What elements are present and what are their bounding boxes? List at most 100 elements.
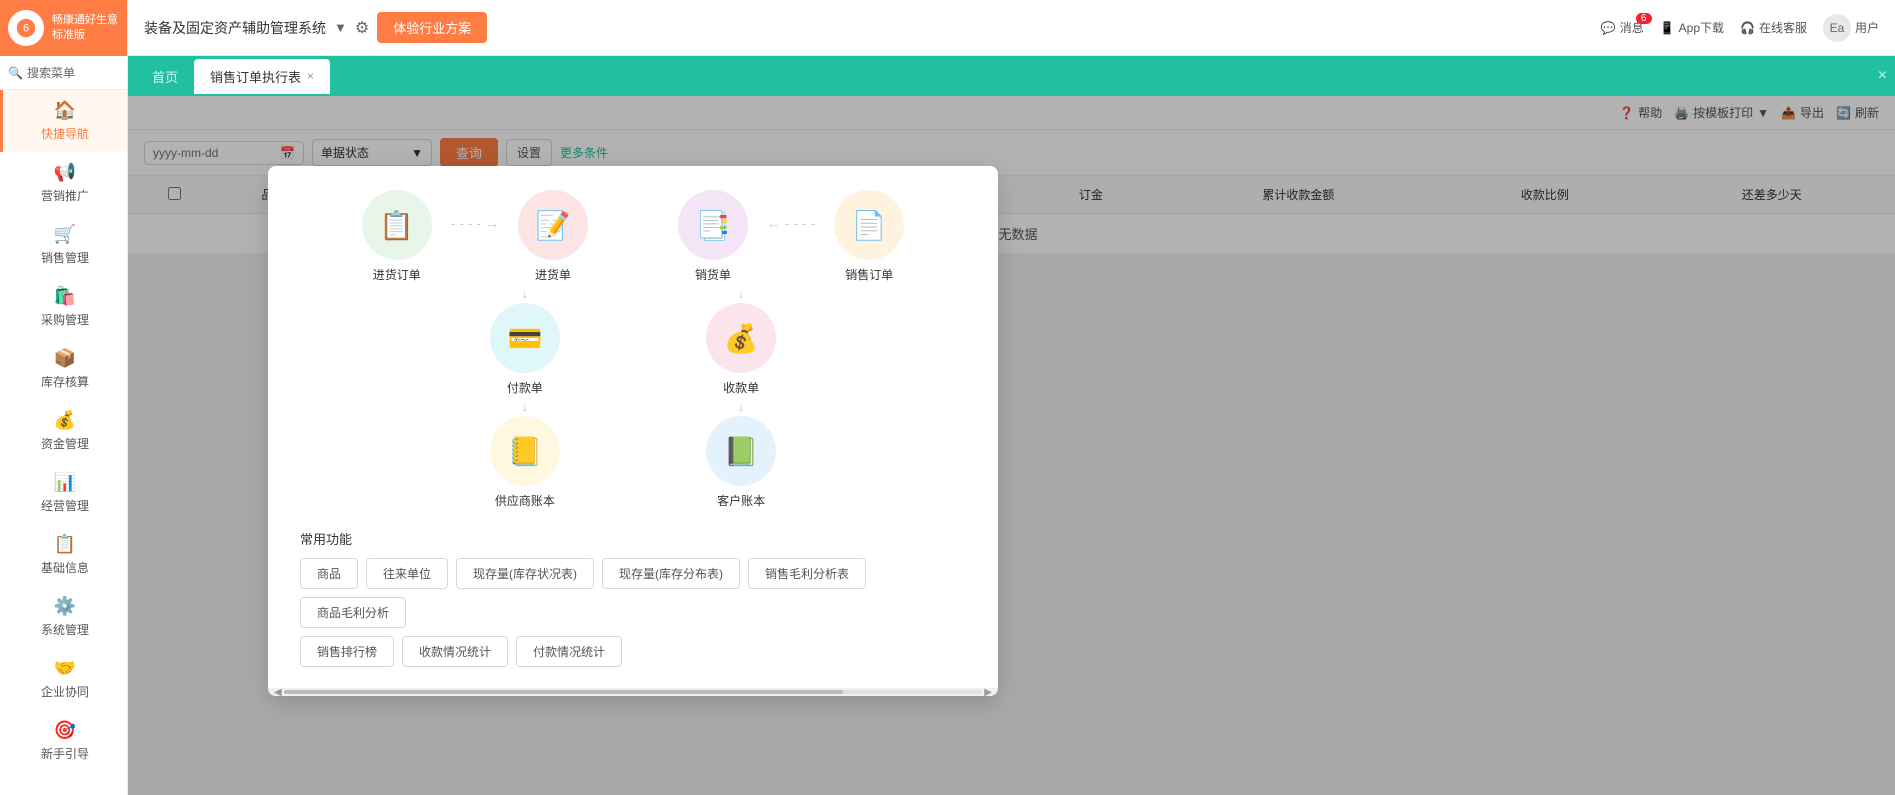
sidebar-item-marketing[interactable]: 📢 营销推广 bbox=[0, 152, 127, 214]
common-funcs-section: 常用功能 商品 往来单位 现存量(库存状况表) 现存量(库存分布表) 销售毛利分… bbox=[300, 529, 966, 667]
flow-node-receipt: 💰 收款单 bbox=[691, 303, 791, 396]
func-btn-sales-profit[interactable]: 销售毛利分析表 bbox=[748, 558, 866, 589]
sidebar-item-sales[interactable]: 🛒 销售管理 bbox=[0, 214, 127, 276]
sales-bill-label: 销货单 bbox=[695, 266, 731, 283]
sidebar-logo: 6 畅康通好生意 标准版 bbox=[0, 0, 127, 56]
sidebar-item-operations[interactable]: 📊 经营管理 bbox=[0, 462, 127, 524]
content-area: ❓ 帮助 🖨️ 按模板打印 ▼ 📤 导出 🔄 刷新 bbox=[128, 96, 1895, 795]
download-icon: 📱 bbox=[1660, 21, 1675, 35]
message-action[interactable]: 💬 消息 6 bbox=[1601, 19, 1644, 36]
supplier-ledger-icon: 📒 bbox=[490, 416, 560, 486]
modal-content: 📋 进货订单 - - - - → 📝 进货单 bbox=[268, 166, 998, 688]
flow-node-sales-order: 📄 销售订单 bbox=[819, 190, 919, 283]
svg-text:6: 6 bbox=[23, 23, 29, 35]
sidebar-search[interactable]: 🔍 搜索菜单 bbox=[0, 56, 127, 90]
close-all-tabs-btn[interactable]: × bbox=[1878, 67, 1887, 85]
sidebar-nav: 🏠 快捷导航 📢 营销推广 🛒 销售管理 🛍️ 采购管理 📦 库存核算 💰 bbox=[0, 90, 127, 795]
arrow-v4: ↓ bbox=[738, 396, 745, 416]
flow-node-sales-bill: 📑 销货单 bbox=[663, 190, 763, 283]
sidebar-item-basic-info[interactable]: 📋 基础信息 bbox=[0, 524, 127, 586]
tab-home[interactable]: 首页 bbox=[136, 59, 194, 94]
sidebar-item-enterprise[interactable]: 🤝 企业协同 bbox=[0, 648, 127, 710]
arrow-v2: ↓ bbox=[521, 396, 528, 416]
system-title: 装备及固定资产辅助管理系统 bbox=[144, 18, 326, 38]
online-service-action[interactable]: 🎧 在线客服 bbox=[1740, 19, 1807, 36]
purchase-order-label: 进货订单 bbox=[373, 266, 421, 283]
modal-scrollbar[interactable]: ◀ ▶ bbox=[268, 688, 998, 696]
func-btn-partners[interactable]: 往来单位 bbox=[366, 558, 448, 589]
func-btn-stock-status[interactable]: 现存量(库存状况表) bbox=[456, 558, 594, 589]
receipt-label: 收款单 bbox=[723, 379, 759, 396]
sidebar-item-finance[interactable]: 💰 资金管理 bbox=[0, 400, 127, 462]
basic-info-icon: 📋 bbox=[54, 534, 76, 555]
sidebar-item-quick-nav[interactable]: 🏠 快捷导航 bbox=[0, 90, 127, 152]
func-btn-product-profit[interactable]: 商品毛利分析 bbox=[300, 597, 406, 628]
scrollbar-track bbox=[284, 690, 983, 694]
dropdown-arrow-icon[interactable]: ▼ bbox=[334, 20, 347, 35]
flow-node-customer-ledger: 📗 客户账本 bbox=[691, 416, 791, 509]
supplier-ledger-label: 供应商账本 bbox=[495, 492, 555, 509]
sidebar-item-system[interactable]: ⚙️ 系统管理 bbox=[0, 586, 127, 648]
payment-icon: 💳 bbox=[490, 303, 560, 373]
system-icon: ⚙️ bbox=[54, 596, 76, 617]
message-badge: 6 bbox=[1636, 13, 1652, 24]
func-buttons-row2: 销售排行榜 收款情况统计 付款情况统计 bbox=[300, 636, 966, 667]
newbie-icon: 🎯 bbox=[54, 720, 76, 741]
logo-text: 畅康通好生意 标准版 bbox=[52, 13, 118, 44]
func-buttons-row1: 商品 往来单位 现存量(库存状况表) 现存量(库存分布表) 销售毛利分析表 商品… bbox=[300, 558, 966, 628]
func-btn-product[interactable]: 商品 bbox=[300, 558, 358, 589]
scrollbar-thumb bbox=[284, 690, 843, 694]
app-download-action[interactable]: 📱 App下载 bbox=[1660, 19, 1724, 36]
main-area: 装备及固定资产辅助管理系统 ▼ ⚙ 体验行业方案 💬 消息 6 📱 App下载 … bbox=[128, 0, 1895, 795]
common-funcs-title: 常用功能 bbox=[300, 529, 966, 548]
flow-diagram: 📋 进货订单 - - - - → 📝 进货单 bbox=[300, 190, 966, 509]
flow-node-payment: 💳 付款单 bbox=[475, 303, 575, 396]
payment-label: 付款单 bbox=[507, 379, 543, 396]
avatar: Ea bbox=[1823, 14, 1851, 42]
modal-box: 📋 进货订单 - - - - → 📝 进货单 bbox=[268, 166, 998, 696]
scrollbar-right-btn[interactable]: ▶ bbox=[982, 687, 994, 697]
sidebar-item-newbie[interactable]: 🎯 新手引导 bbox=[0, 710, 127, 772]
purchase-icon: 🛍️ bbox=[54, 286, 76, 307]
topbar: 装备及固定资产辅助管理系统 ▼ ⚙ 体验行业方案 💬 消息 6 📱 App下载 … bbox=[128, 0, 1895, 56]
func-btn-payment-stats[interactable]: 付款情况统计 bbox=[516, 636, 622, 667]
func-btn-sales-rank[interactable]: 销售排行榜 bbox=[300, 636, 394, 667]
settings-icon[interactable]: ⚙ bbox=[355, 18, 369, 38]
flow-node-purchase-order: 📋 进货订单 bbox=[347, 190, 447, 283]
sidebar-item-inventory[interactable]: 📦 库存核算 bbox=[0, 338, 127, 400]
operations-icon: 📊 bbox=[54, 472, 76, 493]
sidebar: 6 畅康通好生意 标准版 🔍 搜索菜单 🏠 快捷导航 📢 营销推广 🛒 销售管理 bbox=[0, 0, 128, 795]
func-btn-stock-dist[interactable]: 现存量(库存分布表) bbox=[602, 558, 740, 589]
search-icon: 🔍 bbox=[8, 66, 23, 80]
logo-icon: 6 bbox=[8, 10, 44, 46]
tab-close-icon[interactable]: × bbox=[307, 69, 314, 83]
func-btn-receipt-stats[interactable]: 收款情况统计 bbox=[402, 636, 508, 667]
sales-bill-icon: 📑 bbox=[678, 190, 748, 260]
customer-ledger-label: 客户账本 bbox=[717, 492, 765, 509]
sales-icon: 🛒 bbox=[54, 224, 76, 245]
user-action[interactable]: Ea 用户 bbox=[1823, 14, 1879, 42]
tab-sales-order-exec[interactable]: 销售订单执行表 × bbox=[194, 59, 330, 94]
sales-order-label: 销售订单 bbox=[845, 266, 893, 283]
marketing-icon: 📢 bbox=[54, 162, 76, 183]
quick-nav-icon: 🏠 bbox=[54, 100, 76, 121]
receipt-icon: 💰 bbox=[706, 303, 776, 373]
sidebar-item-purchase[interactable]: 🛍️ 采购管理 bbox=[0, 276, 127, 338]
flow-node-supplier-ledger: 📒 供应商账本 bbox=[475, 416, 575, 509]
purchase-bill-icon: 📝 bbox=[518, 190, 588, 260]
service-icon: 🎧 bbox=[1740, 21, 1755, 35]
sales-order-icon: 📄 bbox=[834, 190, 904, 260]
purchase-order-icon: 📋 bbox=[362, 190, 432, 260]
purchase-bill-label: 进货单 bbox=[535, 266, 571, 283]
finance-icon: 💰 bbox=[54, 410, 76, 431]
arrow-v3: ↓ bbox=[738, 283, 745, 303]
arrow-h2: ← - - - - bbox=[767, 215, 815, 259]
modal-overlay[interactable]: 📋 进货订单 - - - - → 📝 进货单 bbox=[128, 96, 1895, 795]
message-icon: 💬 bbox=[1601, 21, 1616, 35]
arrow-h1: - - - - → bbox=[451, 215, 499, 259]
topbar-actions: 💬 消息 6 📱 App下载 🎧 在线客服 Ea 用户 bbox=[1601, 14, 1879, 42]
scrollbar-left-btn[interactable]: ◀ bbox=[272, 687, 284, 697]
experience-btn[interactable]: 体验行业方案 bbox=[377, 12, 487, 43]
inventory-icon: 📦 bbox=[54, 348, 76, 369]
arrow-v1: ↓ bbox=[521, 283, 528, 303]
